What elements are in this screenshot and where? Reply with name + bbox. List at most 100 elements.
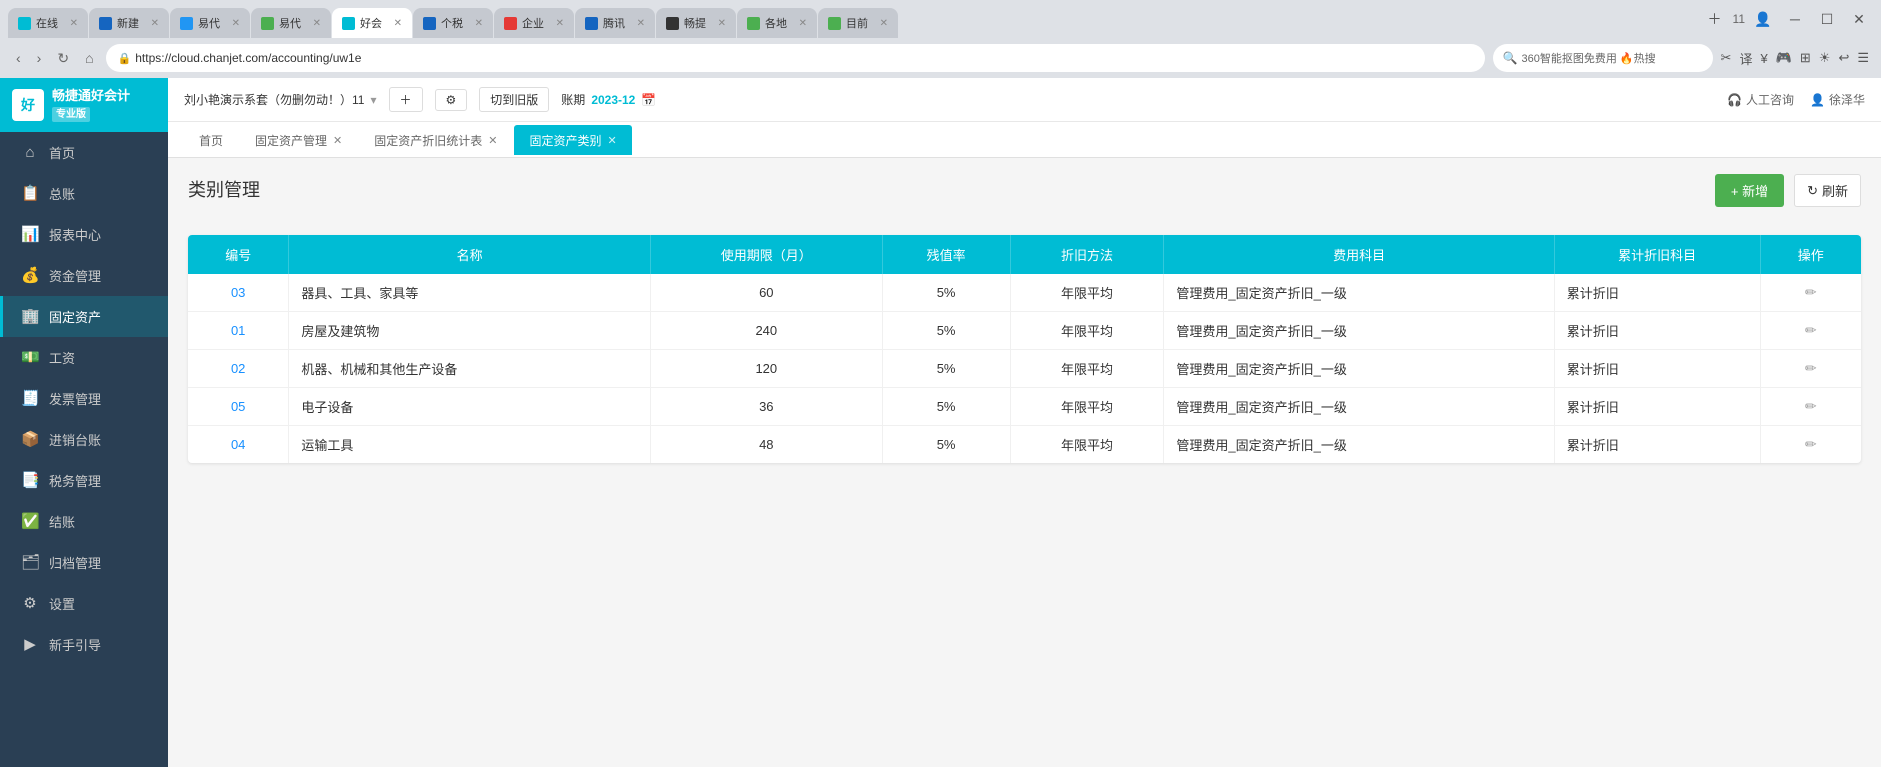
browser-tab-t1[interactable]: 在线✕ (8, 8, 88, 38)
tab-favicon (18, 17, 31, 30)
sidebar-item-reports[interactable]: 📊报表中心 (0, 214, 168, 255)
menu-icon[interactable]: ☰ (1857, 50, 1869, 66)
address-bar[interactable]: 🔒 https://cloud.chanjet.com/accounting/u… (106, 44, 1485, 72)
tab-close-icon[interactable]: ✕ (637, 18, 645, 29)
app-tab-home[interactable]: 首页 (184, 125, 238, 155)
sidebar-item-archive[interactable]: 🗂归档管理 (0, 542, 168, 583)
browser-tab-t10[interactable]: 各地✕ (737, 8, 817, 38)
new-tab-button[interactable]: ＋ (1701, 8, 1729, 30)
add-button[interactable]: + 新增 (1715, 174, 1784, 207)
edit-icon[interactable]: ✏ (1805, 322, 1817, 338)
browser-tab-t11[interactable]: 目前✕ (818, 8, 898, 38)
user-btn[interactable]: 👤 徐泽华 (1810, 91, 1865, 108)
refresh-button[interactable]: ↻ 刷新 (1794, 174, 1861, 207)
browser-tab-t9[interactable]: 畅提✕ (656, 8, 736, 38)
row-code[interactable]: 02 (188, 350, 289, 388)
row-expense: 管理费用_固定资产折旧_一级 (1164, 426, 1554, 464)
browser-tab-t2[interactable]: 新建✕ (89, 8, 169, 38)
app-tab-category[interactable]: 固定资产类别✕ (514, 125, 631, 155)
sidebar-icon-guide: ▶ (21, 635, 39, 653)
tab-favicon (261, 17, 274, 30)
tab-close-icon[interactable]: ✕ (151, 18, 159, 29)
browser-tab-t3[interactable]: 易代✕ (170, 8, 250, 38)
sidebar-item-settlement[interactable]: ✅结账 (0, 501, 168, 542)
browser-tab-t4[interactable]: 易代✕ (251, 8, 331, 38)
tab-close-icon[interactable]: ✕ (880, 18, 888, 29)
table-th: 折旧方法 (1010, 235, 1164, 274)
app-tab-close-depreciation[interactable]: ✕ (488, 134, 497, 147)
forward-button[interactable]: › (33, 48, 46, 68)
minimize-button[interactable]: ─ (1781, 8, 1809, 30)
browser-tabs-controls[interactable]: ＋ 11 👤 ─ ☐ ✕ (1693, 8, 1881, 30)
profile-button[interactable]: 👤 (1749, 8, 1777, 30)
home-button[interactable]: ⌂ (81, 48, 97, 68)
sidebar-item-tax[interactable]: 📑税务管理 (0, 460, 168, 501)
row-code[interactable]: 05 (188, 388, 289, 426)
search-bar[interactable]: 🔍 360智能抠图免费用 🔥热搜 (1493, 44, 1713, 72)
tab-close-icon[interactable]: ✕ (394, 18, 402, 29)
grid-icon[interactable]: ⊞ (1800, 50, 1811, 66)
sidebar-icon-funds: 💰 (21, 266, 39, 284)
close-button[interactable]: ✕ (1845, 8, 1873, 30)
browser-tab-t7[interactable]: 企业✕ (494, 8, 574, 38)
consult-btn[interactable]: 🎧 人工咨询 (1727, 91, 1794, 108)
add-account-button[interactable]: ＋ (389, 87, 423, 112)
tab-close-icon[interactable]: ✕ (232, 18, 240, 29)
sidebar-logo-text: 畅捷通好会计 专业版 (52, 88, 130, 122)
tab-favicon (828, 17, 841, 30)
sidebar-label-settings: 设置 (49, 594, 75, 613)
browser-tab-t8[interactable]: 腾讯✕ (575, 8, 655, 38)
app-tab-close-fixed-mgmt[interactable]: ✕ (333, 134, 342, 147)
switch-version-button[interactable]: 切到旧版 (479, 87, 549, 112)
sidebar-item-fixed-assets[interactable]: 🏢固定资产 (0, 296, 168, 337)
game-icon[interactable]: 🎮 (1776, 50, 1792, 66)
calendar-icon[interactable]: 📅 (641, 93, 656, 107)
edit-icon[interactable]: ✏ (1805, 436, 1817, 452)
maximize-button[interactable]: ☐ (1813, 8, 1841, 30)
app-tab-close-category[interactable]: ✕ (608, 134, 617, 147)
translate-icon[interactable]: 译 (1739, 49, 1752, 68)
tab-favicon (342, 17, 355, 30)
cut-icon[interactable]: ✂ (1721, 50, 1732, 66)
tab-close-icon[interactable]: ✕ (718, 18, 726, 29)
theme-icon[interactable]: ☀ (1819, 50, 1831, 66)
tab-close-icon[interactable]: ✕ (313, 18, 321, 29)
tab-close-icon[interactable]: ✕ (475, 18, 483, 29)
settings-small-button[interactable]: ⚙ (435, 89, 468, 111)
address-bar-row: ‹ › ↻ ⌂ 🔒 https://cloud.chanjet.com/acco… (0, 38, 1881, 78)
sidebar-item-invoices[interactable]: 🧾发票管理 (0, 378, 168, 419)
sidebar-item-home[interactable]: ⌂首页 (0, 132, 168, 173)
reload-button[interactable]: ↻ (53, 48, 73, 69)
currency-icon[interactable]: ¥ (1760, 51, 1767, 66)
table-row: 05 电子设备 36 5% 年限平均 管理费用_固定资产折旧_一级 累计折旧 ✏ (188, 388, 1861, 426)
tab-close-icon[interactable]: ✕ (70, 18, 78, 29)
row-code[interactable]: 03 (188, 274, 289, 312)
sidebar-item-funds[interactable]: 💰资金管理 (0, 255, 168, 296)
row-code[interactable]: 04 (188, 426, 289, 464)
app-tab-fixed-mgmt[interactable]: 固定资产管理✕ (240, 125, 357, 155)
category-table: 编号名称使用期限（月）残值率折旧方法费用科目累计折旧科目操作 03 器具、工具、… (188, 235, 1861, 463)
chevron-down-icon: ▾ (370, 93, 376, 107)
row-period: 36 (650, 388, 882, 426)
undo-icon[interactable]: ↩ (1838, 50, 1849, 66)
sidebar-icon-reports: 📊 (21, 225, 39, 243)
app-tab-depreciation[interactable]: 固定资产折旧统计表✕ (359, 125, 512, 155)
sidebar-header: 好 畅捷通好会计 专业版 (0, 78, 168, 132)
sidebar-item-inventory[interactable]: 📦进销台账 (0, 419, 168, 460)
sidebar-item-payroll[interactable]: 💵工资 (0, 337, 168, 378)
sidebar-item-ledger[interactable]: 📋总账 (0, 173, 168, 214)
browser-tab-t5[interactable]: 好会✕ (332, 8, 412, 38)
tab-close-icon[interactable]: ✕ (799, 18, 807, 29)
edit-icon[interactable]: ✏ (1805, 398, 1817, 414)
row-method: 年限平均 (1010, 388, 1164, 426)
sidebar-item-settings[interactable]: ⚙设置 (0, 583, 168, 624)
tab-close-icon[interactable]: ✕ (556, 18, 564, 29)
edit-icon[interactable]: ✏ (1805, 360, 1817, 376)
back-button[interactable]: ‹ (12, 48, 25, 68)
browser-tab-t6[interactable]: 个税✕ (413, 8, 493, 38)
edit-icon[interactable]: ✏ (1805, 284, 1817, 300)
sidebar-item-guide[interactable]: ▶新手引导 (0, 624, 168, 665)
table-row: 02 机器、机械和其他生产设备 120 5% 年限平均 管理费用_固定资产折旧_… (188, 350, 1861, 388)
row-name: 器具、工具、家具等 (289, 274, 651, 312)
row-code[interactable]: 01 (188, 312, 289, 350)
